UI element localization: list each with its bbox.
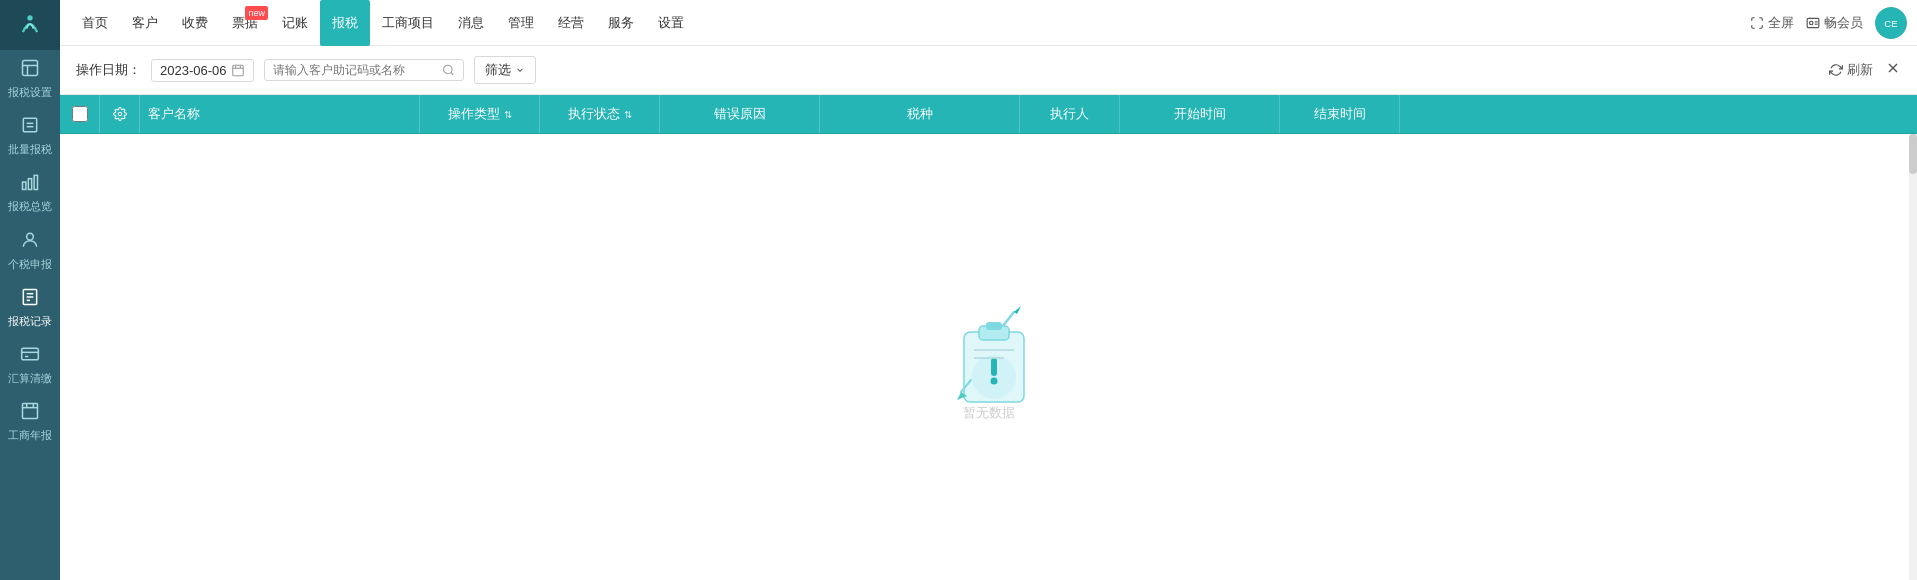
nav-invoice[interactable]: 票据 new	[220, 0, 270, 46]
svg-marker-39	[1014, 306, 1021, 314]
topnav-right: 全屏 畅会员 CE	[1750, 7, 1907, 39]
main-area: 首页 客户 收费 票据 new 记账 报税 工商项目 消息 管理 经营 服务 设…	[60, 0, 1917, 580]
sidebar-item-tax-settings-label: 报税设置	[8, 86, 52, 99]
date-label: 操作日期：	[76, 61, 141, 79]
svg-rect-19	[23, 404, 38, 419]
search-input[interactable]	[273, 63, 438, 77]
batch-tax-icon	[20, 115, 40, 140]
top-navigation: 首页 客户 收费 票据 new 记账 报税 工商项目 消息 管理 经营 服务 设…	[60, 0, 1917, 46]
sidebar-logo	[0, 0, 60, 50]
sidebar-item-tax-settings[interactable]: 报税设置	[0, 50, 60, 107]
filter-button[interactable]: 筛选	[474, 56, 536, 84]
nav-management[interactable]: 管理	[496, 0, 546, 46]
svg-line-34	[451, 72, 453, 74]
content-area: 操作日期： 2023-06-06 筛选	[60, 46, 1917, 580]
svg-text:CE: CE	[1884, 18, 1897, 29]
sidebar: 报税设置 批量报税 报税总览 个税申报	[0, 0, 60, 580]
th-tax-type: 税种	[820, 95, 1020, 133]
toolbar-actions: 刷新	[1829, 60, 1901, 80]
chevron-down-icon	[515, 65, 525, 75]
nav-settings[interactable]: 设置	[646, 0, 696, 46]
tax-records-icon	[20, 287, 40, 312]
svg-rect-2	[23, 61, 38, 76]
sidebar-item-tax-summary[interactable]: 报税总览	[0, 164, 60, 221]
sidebar-item-personal-tax-label: 个税申报	[8, 258, 52, 271]
refresh-button[interactable]: 刷新	[1829, 61, 1873, 79]
refresh-icon	[1829, 63, 1843, 77]
th-checkbox[interactable]	[60, 95, 100, 133]
svg-rect-10	[34, 176, 37, 190]
settings-icon	[113, 107, 127, 121]
sidebar-item-settlement[interactable]: 汇算清缴	[0, 336, 60, 393]
nav-tax[interactable]: 报税	[320, 0, 370, 46]
tax-settings-icon	[20, 58, 40, 83]
th-end-time: 结束时间	[1280, 95, 1400, 133]
svg-point-45	[990, 378, 997, 385]
scrollbar-thumb[interactable]	[1909, 134, 1917, 174]
sort-icon-exec-status: ⇅	[624, 109, 632, 120]
svg-point-1	[27, 15, 32, 20]
member-button[interactable]: 畅会员	[1806, 14, 1863, 32]
svg-rect-42	[986, 322, 1002, 330]
settlement-icon	[20, 344, 40, 369]
sidebar-item-tax-records-label: 报税记录	[8, 315, 52, 328]
table-header: 客户名称 操作类型 ⇅ 执行状态 ⇅ 错误原因 税种 执行人	[60, 95, 1917, 134]
sidebar-item-batch-tax[interactable]: 批量报税	[0, 107, 60, 164]
empty-svg	[939, 292, 1049, 412]
svg-rect-5	[23, 119, 36, 132]
checkbox-all[interactable]	[72, 106, 88, 122]
nav-bookkeeping[interactable]: 记账	[270, 0, 320, 46]
th-executor: 执行人	[1020, 95, 1120, 133]
svg-rect-16	[22, 348, 39, 360]
nav-messages[interactable]: 消息	[446, 0, 496, 46]
scrollbar-track[interactable]	[1909, 134, 1917, 580]
sidebar-item-tax-records[interactable]: 报税记录	[0, 279, 60, 336]
fullscreen-button[interactable]: 全屏	[1750, 14, 1794, 32]
sidebar-item-annual-report[interactable]: 工商年报	[0, 393, 60, 450]
search-icon	[442, 63, 455, 77]
sidebar-item-personal-tax[interactable]: 个税申报	[0, 222, 60, 279]
tax-summary-icon	[20, 172, 40, 197]
sidebar-item-settlement-label: 汇算清缴	[8, 372, 52, 385]
search-box[interactable]	[264, 59, 464, 81]
calendar-icon	[231, 63, 245, 77]
fullscreen-icon	[1750, 16, 1764, 30]
nav-billing[interactable]: 收费	[170, 0, 220, 46]
sidebar-item-annual-report-label: 工商年报	[8, 429, 52, 442]
nav-finance[interactable]: 经营	[546, 0, 596, 46]
toolbar: 操作日期： 2023-06-06 筛选	[60, 46, 1917, 95]
th-exec-status[interactable]: 执行状态 ⇅	[540, 95, 660, 133]
svg-point-33	[443, 65, 451, 73]
sort-icon-op-type: ⇅	[504, 109, 512, 120]
close-button[interactable]	[1885, 60, 1901, 80]
sidebar-item-batch-tax-label: 批量报税	[8, 143, 52, 156]
nav-home[interactable]: 首页	[70, 0, 120, 46]
member-icon	[1806, 16, 1820, 30]
svg-point-24	[1810, 21, 1814, 25]
svg-rect-29	[232, 65, 243, 76]
svg-point-11	[27, 233, 34, 240]
new-badge: new	[245, 6, 268, 20]
date-picker[interactable]: 2023-06-06	[151, 59, 254, 82]
th-start-time: 开始时间	[1120, 95, 1280, 133]
th-customer: 客户名称	[140, 95, 420, 133]
nav-customer[interactable]: 客户	[120, 0, 170, 46]
svg-rect-9	[28, 179, 31, 190]
svg-rect-44	[991, 358, 997, 376]
nav-business[interactable]: 工商项目	[370, 0, 446, 46]
close-icon	[1885, 60, 1901, 76]
nav-services[interactable]: 服务	[596, 0, 646, 46]
sidebar-item-tax-summary-label: 报税总览	[8, 200, 52, 213]
empty-state: 暂无数据	[60, 134, 1917, 580]
empty-illustration	[939, 292, 1039, 392]
avatar[interactable]: CE	[1875, 7, 1907, 39]
svg-rect-8	[23, 182, 26, 190]
th-settings	[100, 95, 140, 133]
table-container: 客户名称 操作类型 ⇅ 执行状态 ⇅ 错误原因 税种 执行人	[60, 95, 1917, 580]
th-op-type[interactable]: 操作类型 ⇅	[420, 95, 540, 133]
annual-report-icon	[20, 401, 40, 426]
svg-point-37	[118, 112, 122, 116]
th-error-reason: 错误原因	[660, 95, 820, 133]
personal-tax-icon	[20, 230, 40, 255]
